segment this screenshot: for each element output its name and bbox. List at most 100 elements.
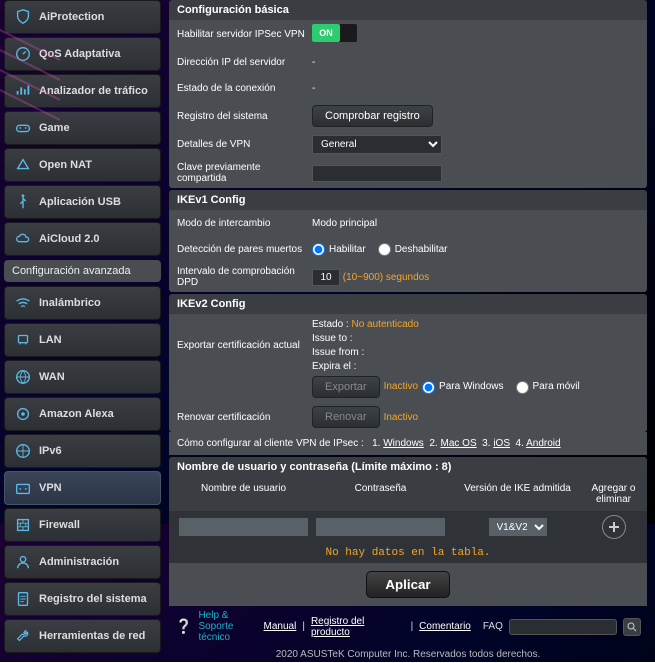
dpd-disable-label: Deshabilitar: [395, 244, 448, 255]
sidebar-item-registro-del-sistema[interactable]: Registro del sistema: [4, 582, 161, 616]
renew-inactive-label: Inactivo: [384, 412, 418, 423]
dpd-enable-radio[interactable]: [312, 243, 325, 256]
faq-label: FAQ: [483, 621, 503, 632]
sidebar-item-label: WAN: [39, 371, 65, 383]
help-link[interactable]: Help & Soporte técnico: [198, 610, 257, 643]
section-ikev1-header: IKEv1 Config: [169, 190, 647, 210]
cert-state-label: Estado :: [312, 319, 349, 330]
sidebar-item-lan[interactable]: LAN: [4, 323, 161, 357]
wifi-icon: [13, 293, 33, 313]
issue-from-label: Issue from :: [312, 346, 639, 360]
tools-icon: [13, 626, 33, 646]
dpd-interval-input[interactable]: [312, 269, 340, 286]
search-button[interactable]: [623, 618, 641, 636]
export-cert-label: Exportar certificación actual: [177, 318, 312, 351]
sidebar-item-label: Administración: [39, 556, 119, 568]
sidebar-item-herramientas-de-red[interactable]: Herramientas de red: [4, 619, 161, 653]
psk-input[interactable]: [312, 165, 442, 182]
sidebar-item-ipv6[interactable]: IPv6: [4, 434, 161, 468]
vpn-icon: [13, 478, 33, 498]
dpd-enable-label: Habilitar: [329, 244, 366, 255]
export-cert-button[interactable]: Exportar: [312, 376, 380, 398]
syslog-label: Registro del sistema: [177, 111, 312, 122]
copyright-text: 2020 ASUSTeK Computer Inc. Reservados to…: [169, 647, 647, 662]
register-link[interactable]: Registro del producto: [311, 616, 405, 638]
sidebar-item-inal-mbrico[interactable]: Inalámbrico: [4, 286, 161, 320]
col-username: Nombre de usuario: [175, 481, 312, 507]
check-log-button[interactable]: Comprobar registro: [312, 105, 433, 127]
sidebar-item-wan[interactable]: WAN: [4, 360, 161, 394]
sidebar-item-label: Registro del sistema: [39, 593, 147, 605]
exchange-mode-label: Modo de intercambio: [177, 218, 312, 229]
sidebar-item-label: LAN: [39, 334, 62, 346]
ike-version-select[interactable]: V1&V2: [488, 517, 548, 537]
cert-state-value: No autenticado: [351, 319, 418, 330]
cloud-icon: [13, 229, 33, 249]
sidebar-item-label: Amazon Alexa: [39, 408, 114, 420]
apply-button[interactable]: Aplicar: [366, 571, 449, 598]
dpd-disable-radio[interactable]: [378, 243, 391, 256]
sidebar-item-label: Herramientas de red: [39, 630, 145, 642]
sidebar-item-label: VPN: [39, 482, 62, 494]
issue-to-label: Issue to :: [312, 332, 639, 346]
conn-status-label: Estado de la conexión: [177, 83, 312, 94]
exchange-mode-value: Modo principal: [312, 218, 639, 229]
log-icon: [13, 589, 33, 609]
section-users-header: Nombre de usuario y contraseña (Límite m…: [169, 457, 647, 477]
sidebar-item-label: Inalámbrico: [39, 297, 101, 309]
howto-text: Cómo configurar al cliente VPN de IPsec …: [177, 438, 364, 449]
sidebar-item-amazon-alexa[interactable]: Amazon Alexa: [4, 397, 161, 431]
manual-link[interactable]: Manual: [264, 621, 297, 632]
advanced-header: Configuración avanzada: [4, 260, 161, 282]
renew-cert-label: Renovar certificación: [177, 412, 312, 423]
help-icon: ❔: [175, 618, 192, 635]
dpd-interval-label: Intervalo de comprobación DPD: [177, 266, 312, 288]
export-inactive-label: Inactivo: [384, 380, 418, 394]
firewall-icon: [13, 515, 33, 535]
admin-icon: [13, 552, 33, 572]
vpn-details-label: Detalles de VPN: [177, 139, 312, 150]
sidebar-item-aicloud-2-0[interactable]: AiCloud 2.0: [4, 222, 161, 256]
platform-link-windows[interactable]: Windows: [383, 438, 424, 449]
section-ikev2-header: IKEv2 Config: [169, 294, 647, 314]
faq-search-input[interactable]: [509, 619, 617, 635]
server-ip-label: Dirección IP del servidor: [177, 57, 312, 68]
add-user-button[interactable]: [602, 515, 626, 539]
sidebar-item-label: AiCloud 2.0: [39, 233, 100, 245]
platform-link-android[interactable]: Android: [526, 438, 560, 449]
dpd-interval-hint: (10~900) segundos: [343, 272, 429, 283]
globe-icon: [13, 367, 33, 387]
no-data-message: No hay datos en la tabla.: [169, 543, 647, 563]
platform-link-macos[interactable]: Mac OS: [441, 438, 477, 449]
conn-status-value: -: [312, 83, 639, 94]
password-input[interactable]: [315, 517, 446, 537]
section-basic-header: Configuración básica: [169, 0, 647, 20]
renew-cert-button[interactable]: Renovar: [312, 406, 380, 428]
sidebar-item-firewall[interactable]: Firewall: [4, 508, 161, 542]
col-add-remove: Agregar o eliminar: [586, 481, 641, 507]
main-content: Configuración básica Habilitar servidor …: [165, 0, 655, 662]
platform-mobile-label: Para móvil: [533, 380, 580, 394]
expire-label: Expira el :: [312, 360, 639, 374]
sidebar-item-label: IPv6: [39, 445, 62, 457]
enable-vpn-toggle[interactable]: ON: [312, 24, 357, 42]
platform-mobile-radio[interactable]: [516, 381, 529, 394]
col-ike-version: Versión de IKE admitida: [449, 481, 586, 507]
platform-link-ios[interactable]: iOS: [493, 438, 510, 449]
ipv6-icon: [13, 441, 33, 461]
sidebar-item-vpn[interactable]: VPN: [4, 471, 161, 505]
dpd-label: Detección de pares muertos: [177, 244, 312, 255]
server-ip-value: -: [312, 57, 639, 68]
username-input[interactable]: [178, 517, 309, 537]
feedback-link[interactable]: Comentario: [419, 621, 471, 632]
col-password: Contraseña: [312, 481, 449, 507]
alexa-icon: [13, 404, 33, 424]
platform-windows-radio[interactable]: [422, 381, 435, 394]
lan-icon: [13, 330, 33, 350]
psk-label: Clave previamente compartida: [177, 162, 312, 184]
sidebar-item-administraci-n[interactable]: Administración: [4, 545, 161, 579]
vpn-details-select[interactable]: General: [312, 135, 442, 154]
sidebar-item-label: Firewall: [39, 519, 80, 531]
enable-vpn-label: Habilitar servidor IPSec VPN: [177, 29, 312, 40]
platform-windows-label: Para Windows: [439, 380, 503, 394]
